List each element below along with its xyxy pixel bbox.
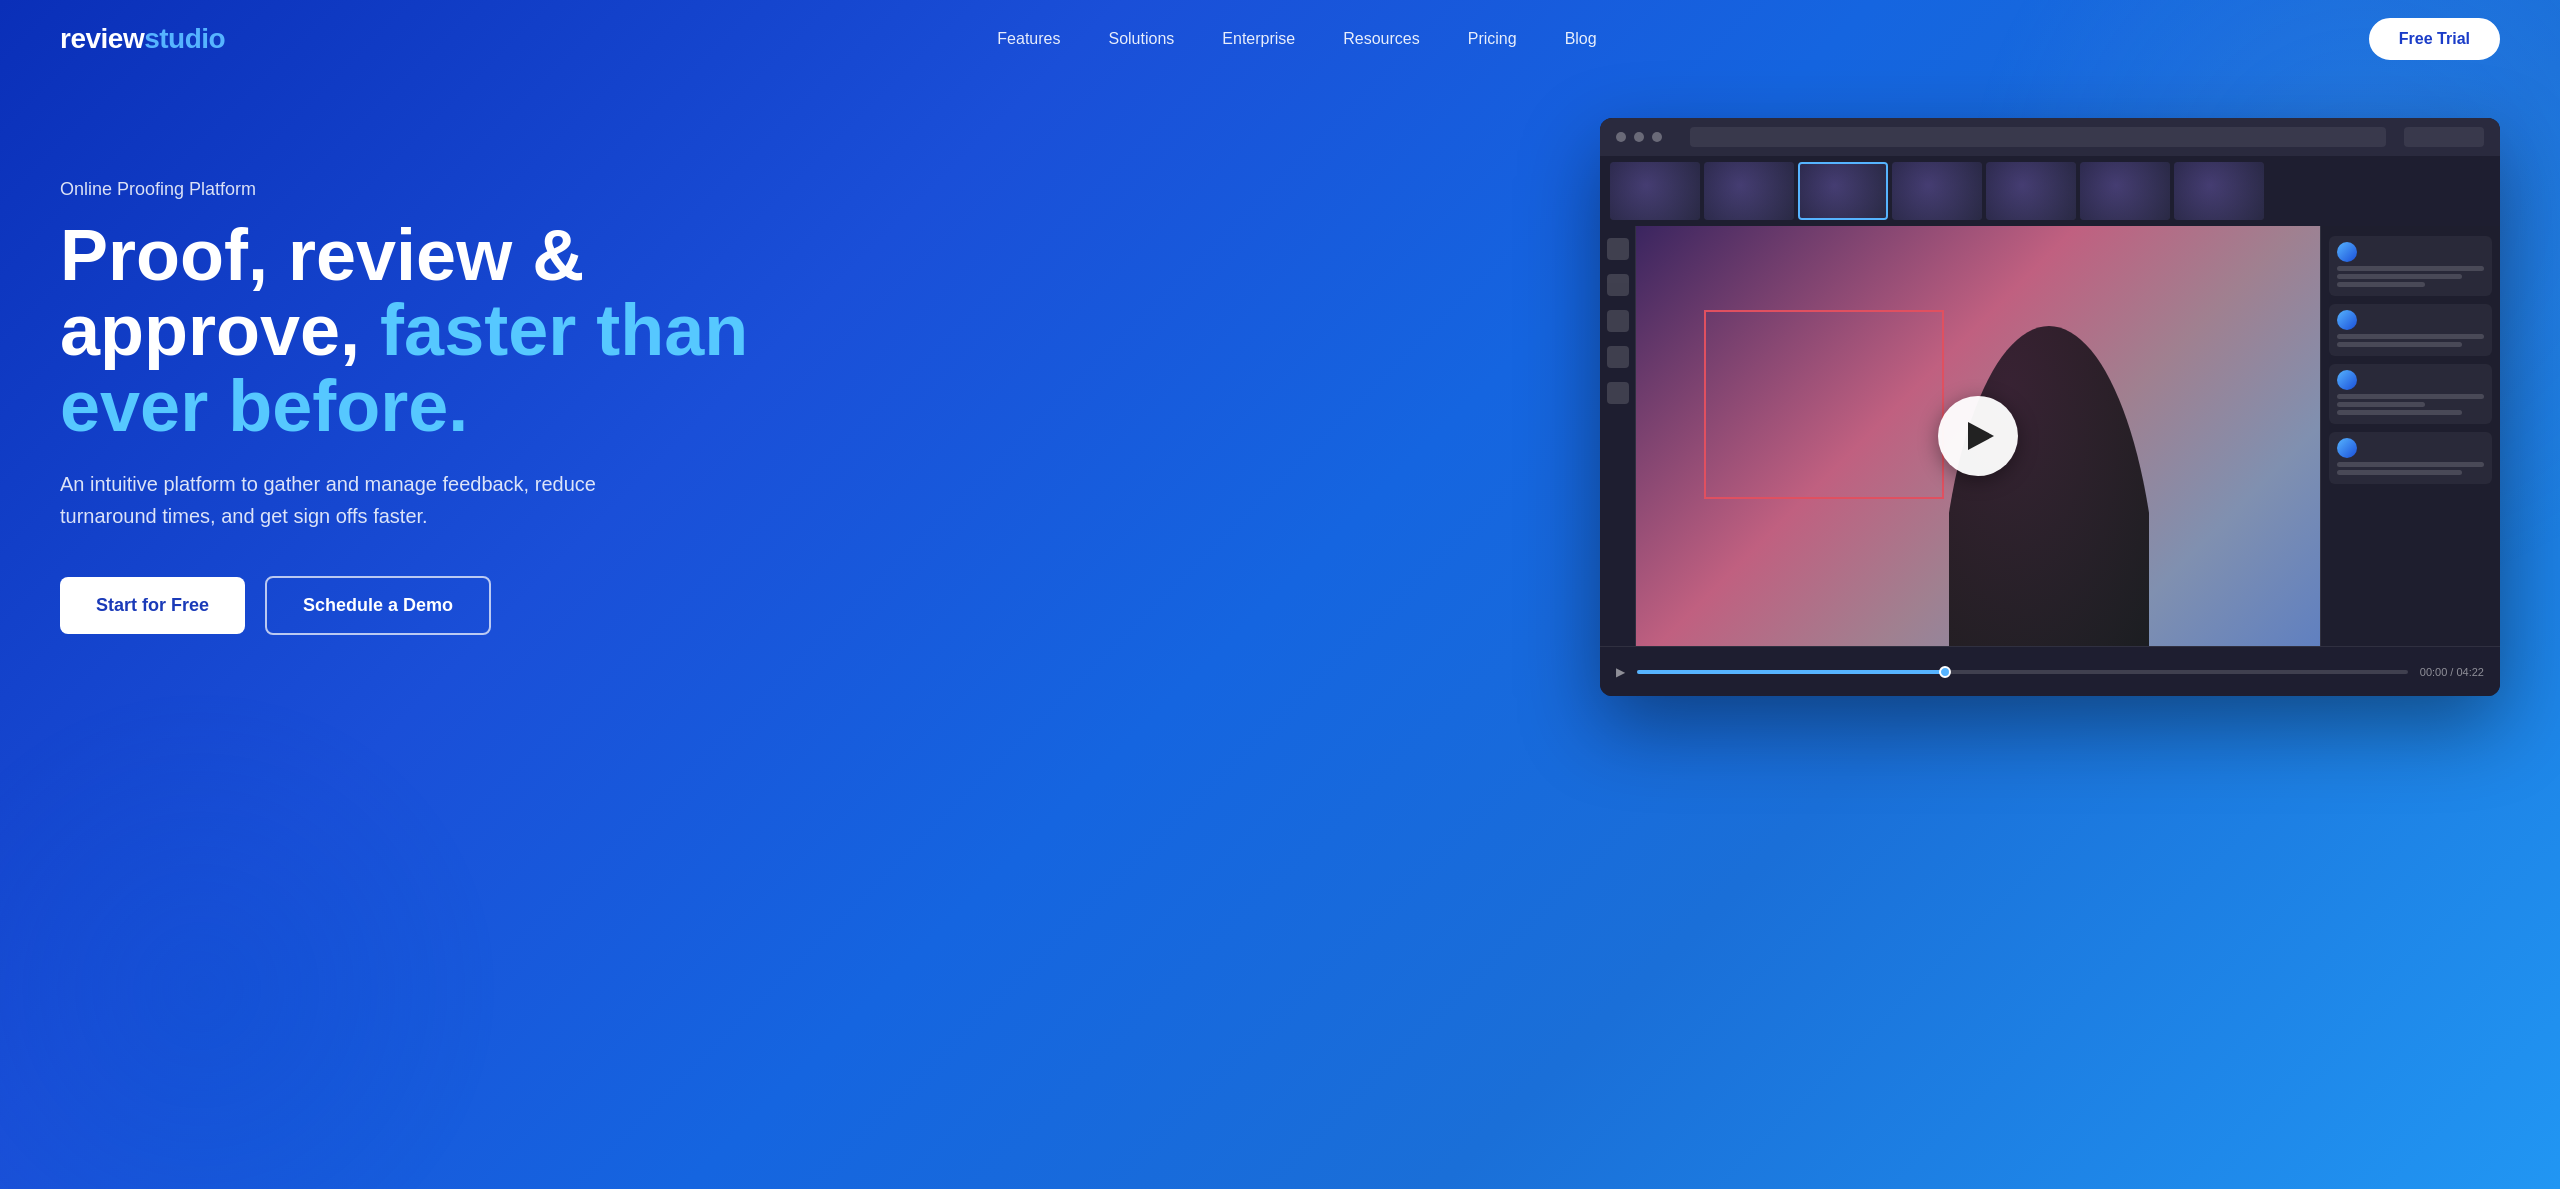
start-for-free-button[interactable]: Start for Free bbox=[60, 577, 245, 634]
free-trial-button[interactable]: Free Trial bbox=[2369, 18, 2500, 60]
video-canvas bbox=[1636, 226, 2320, 646]
topbar-buttons bbox=[2404, 127, 2484, 147]
nav-blog[interactable]: Blog bbox=[1565, 30, 1597, 47]
timeline-track[interactable] bbox=[1637, 670, 2408, 674]
nav-pricing[interactable]: Pricing bbox=[1468, 30, 1517, 47]
comment-line bbox=[2337, 266, 2484, 271]
topbar-url-bar bbox=[1690, 127, 2386, 147]
comment-3 bbox=[2329, 364, 2492, 424]
figure-silhouette bbox=[1949, 326, 2149, 646]
comment-line bbox=[2337, 402, 2425, 407]
comment-line bbox=[2337, 410, 2462, 415]
hero-section: Online Proofing Platform Proof, review &… bbox=[0, 78, 2560, 756]
comment-line bbox=[2337, 282, 2425, 287]
comment-line bbox=[2337, 394, 2484, 399]
logo-review: review bbox=[60, 23, 144, 54]
comment-2 bbox=[2329, 304, 2492, 356]
comment-avatar-3 bbox=[2337, 370, 2357, 390]
nav-resources[interactable]: Resources bbox=[1343, 30, 1419, 47]
comment-line bbox=[2337, 462, 2484, 467]
hero-headline: Proof, review & approve, faster than eve… bbox=[60, 218, 780, 445]
film-thumb-5[interactable] bbox=[1986, 162, 2076, 220]
topbar-dot-3 bbox=[1652, 132, 1662, 142]
navigation: reviewstudio Features Solutions Enterpri… bbox=[0, 0, 2560, 78]
filmstrip bbox=[1600, 156, 2500, 226]
toolbar-btn-5[interactable] bbox=[1607, 382, 1629, 404]
video-timeline: ▶ 00:00 / 04:22 bbox=[1600, 646, 2500, 696]
play-control-icon[interactable]: ▶ bbox=[1616, 665, 1625, 679]
annotation-rectangle bbox=[1704, 310, 1943, 499]
headline-part2: approve, bbox=[60, 290, 360, 370]
film-thumb-3-active[interactable] bbox=[1798, 162, 1888, 220]
topbar-dot-1 bbox=[1616, 132, 1626, 142]
video-main-area bbox=[1600, 226, 2500, 646]
schedule-demo-button[interactable]: Schedule a Demo bbox=[265, 576, 491, 635]
toolbar-btn-4[interactable] bbox=[1607, 346, 1629, 368]
headline-part1: Proof, review & bbox=[60, 215, 584, 295]
video-mockup: ▶ 00:00 / 04:22 bbox=[1600, 118, 2500, 696]
play-icon bbox=[1968, 422, 1994, 450]
nav-enterprise[interactable]: Enterprise bbox=[1222, 30, 1295, 47]
video-left-toolbar bbox=[1600, 226, 1636, 646]
hero-eyebrow: Online Proofing Platform bbox=[60, 179, 780, 200]
toolbar-btn-1[interactable] bbox=[1607, 238, 1629, 260]
film-thumb-2[interactable] bbox=[1704, 162, 1794, 220]
nav-features[interactable]: Features bbox=[997, 30, 1060, 47]
play-button[interactable] bbox=[1938, 396, 2018, 476]
nav-links: Features Solutions Enterprise Resources … bbox=[997, 30, 1596, 48]
comment-avatar-2 bbox=[2337, 310, 2357, 330]
logo[interactable]: reviewstudio bbox=[60, 23, 225, 55]
film-thumb-4[interactable] bbox=[1892, 162, 1982, 220]
comment-line bbox=[2337, 470, 2462, 475]
toolbar-btn-2[interactable] bbox=[1607, 274, 1629, 296]
timeline-controls[interactable]: ▶ bbox=[1616, 665, 1625, 679]
timeline-time: 00:00 / 04:22 bbox=[2420, 666, 2484, 678]
video-topbar bbox=[1600, 118, 2500, 156]
comment-line bbox=[2337, 334, 2484, 339]
comment-avatar-1 bbox=[2337, 242, 2357, 262]
hero-cta-group: Start for Free Schedule a Demo bbox=[60, 576, 780, 635]
toolbar-btn-3[interactable] bbox=[1607, 310, 1629, 332]
film-thumb-1[interactable] bbox=[1610, 162, 1700, 220]
comment-1 bbox=[2329, 236, 2492, 296]
timeline-progress bbox=[1637, 670, 1945, 674]
hero-subtext: An intuitive platform to gather and mana… bbox=[60, 468, 640, 532]
nav-solutions[interactable]: Solutions bbox=[1108, 30, 1174, 47]
hero-text: Online Proofing Platform Proof, review &… bbox=[60, 179, 780, 636]
comment-4 bbox=[2329, 432, 2492, 484]
hero-visual: ▶ 00:00 / 04:22 bbox=[1600, 118, 2500, 696]
comment-line bbox=[2337, 274, 2462, 279]
topbar-dot-2 bbox=[1634, 132, 1644, 142]
video-comments-panel bbox=[2320, 226, 2500, 646]
comment-line bbox=[2337, 342, 2462, 347]
logo-studio: studio bbox=[144, 23, 225, 54]
film-thumb-7[interactable] bbox=[2174, 162, 2264, 220]
timeline-scrubber[interactable] bbox=[1939, 666, 1951, 678]
comment-avatar-4 bbox=[2337, 438, 2357, 458]
film-thumb-6[interactable] bbox=[2080, 162, 2170, 220]
